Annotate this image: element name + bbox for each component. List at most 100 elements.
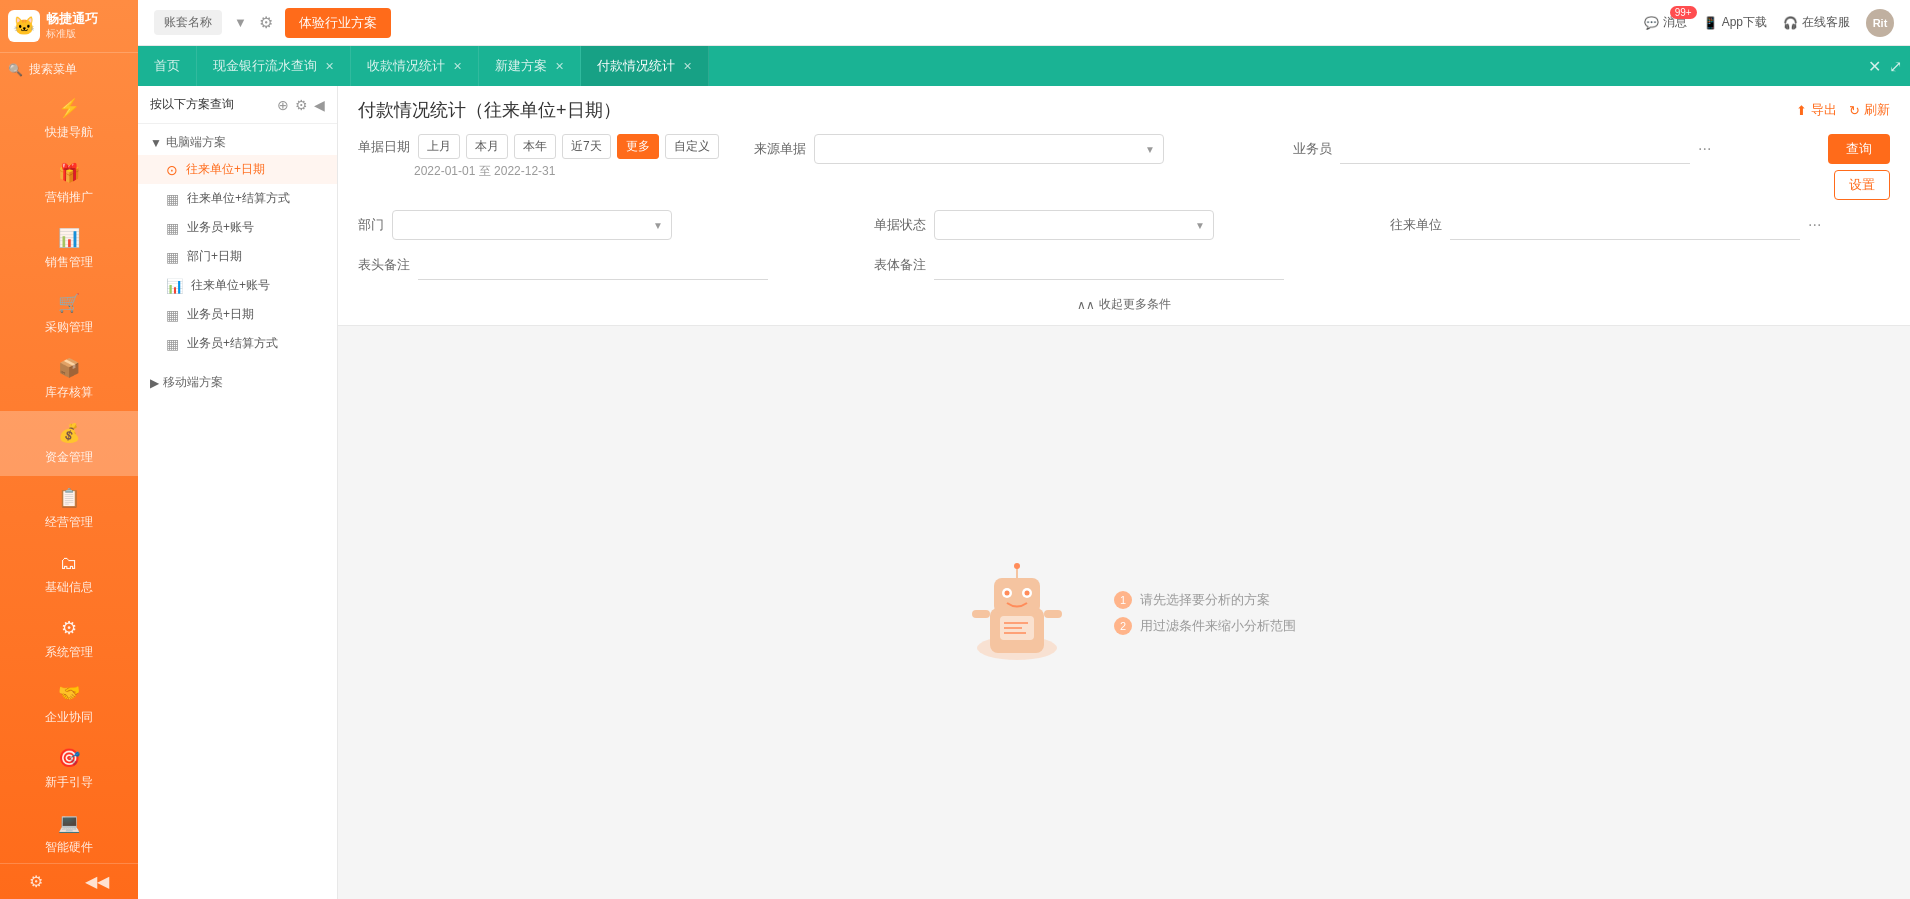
scheme-item-unit-settle[interactable]: ▦ 往来单位+结算方式 [138, 184, 337, 213]
source-select[interactable]: ▼ [814, 134, 1164, 164]
tab-payment-stats-close[interactable]: ✕ [453, 60, 462, 73]
sidebar-item-quick-nav[interactable]: ⚡ 快捷导航 [0, 86, 138, 151]
account-name[interactable]: 账套名称 [154, 10, 222, 35]
collapse-label: 收起更多条件 [1099, 296, 1171, 313]
settings-bottom-icon[interactable]: ⚙ [29, 872, 43, 891]
tab-bank-flow[interactable]: 现金银行流水查询 ✕ [197, 46, 351, 86]
salesperson-input[interactable] [1340, 134, 1690, 164]
empty-state: 1 请先选择要分析的方案 2 用过滤条件来缩小分析范围 [338, 326, 1910, 899]
scheme-item-label: 业务员+日期 [187, 306, 254, 323]
dept-dropdown-arrow: ▼ [653, 220, 663, 231]
sidebar-item-guide[interactable]: 🎯 新手引导 [0, 736, 138, 801]
main-area: 账套名称 ▼ ⚙ 体验行业方案 💬 消息 99+ 📱 App下载 🎧 在线客服 … [138, 0, 1910, 899]
online-service-item[interactable]: 🎧 在线客服 [1783, 14, 1850, 31]
inventory-icon: 📦 [57, 356, 81, 380]
sidebar-item-label: 智能硬件 [45, 839, 93, 856]
tab-payment-stats2-close[interactable]: ✕ [683, 60, 692, 73]
scheme-item-dept-date[interactable]: ▦ 部门+日期 [138, 242, 337, 271]
scheme-item-staff-settle[interactable]: ▦ 业务员+结算方式 [138, 329, 337, 358]
date-btn-more[interactable]: 更多 [617, 134, 659, 159]
marketing-icon: 🎁 [57, 161, 81, 185]
sidebar-item-purchase[interactable]: 🛒 采购管理 [0, 281, 138, 346]
date-btn-last7[interactable]: 近7天 [562, 134, 611, 159]
mobile-group-title[interactable]: ▶ 移动端方案 [138, 370, 337, 395]
content-area: 付款情况统计（往来单位+日期） ⬆ 导出 ↻ 刷新 [338, 86, 1910, 899]
scheme-item-staff-date[interactable]: ▦ 业务员+日期 [138, 300, 337, 329]
tab-payment-stats2[interactable]: 付款情况统计 ✕ [581, 46, 709, 86]
date-btn-last-month[interactable]: 上月 [418, 134, 460, 159]
tab-bank-flow-close[interactable]: ✕ [325, 60, 334, 73]
desktop-group-title[interactable]: ▼ 电脑端方案 [138, 130, 337, 155]
query-btn[interactable]: 查询 [1828, 134, 1890, 164]
system-icon: ⚙ [57, 616, 81, 640]
scheme-item-icon: ▦ [166, 249, 179, 265]
scheme-item-icon: ▦ [166, 336, 179, 352]
refresh-label: 刷新 [1864, 101, 1890, 119]
desktop-group-label: 电脑端方案 [166, 134, 226, 151]
date-btn-custom[interactable]: 自定义 [665, 134, 719, 159]
fullscreen-icon[interactable]: ⤢ [1889, 57, 1902, 76]
scheme-add-btn[interactable]: ⊕ [277, 97, 289, 113]
sidebar-item-sales[interactable]: 📊 销售管理 [0, 216, 138, 281]
sidebar-item-basic[interactable]: 🗂 基础信息 [0, 541, 138, 606]
scheme-settings-btn[interactable]: ⚙ [295, 97, 308, 113]
sidebar-item-marketing[interactable]: 🎁 营销推广 [0, 151, 138, 216]
export-btn[interactable]: ⬆ 导出 [1796, 101, 1837, 119]
salesperson-dots[interactable]: ··· [1698, 140, 1711, 158]
scheme-item-staff-account[interactable]: ▦ 业务员+账号 [138, 213, 337, 242]
source-label: 来源单据 [754, 140, 806, 158]
bill-status-label: 单据状态 [874, 216, 926, 234]
sidebar-item-finance[interactable]: 💰 资金管理 [0, 411, 138, 476]
sidebar-item-system[interactable]: ⚙ 系统管理 [0, 606, 138, 671]
account-dropdown-icon[interactable]: ▼ [234, 15, 247, 30]
empty-step1: 1 请先选择要分析的方案 [1114, 591, 1296, 609]
online-service-label: 在线客服 [1802, 14, 1850, 31]
tab-new-scheme-close[interactable]: ✕ [555, 60, 564, 73]
body-note-label: 表体备注 [874, 256, 926, 274]
head-note-label: 表头备注 [358, 256, 410, 274]
refresh-btn[interactable]: ↻ 刷新 [1849, 101, 1890, 119]
sidebar-item-label: 基础信息 [45, 579, 93, 596]
trial-btn[interactable]: 体验行业方案 [285, 8, 391, 38]
dept-select[interactable]: ▼ [392, 210, 672, 240]
sidebar-item-label: 快捷导航 [45, 124, 93, 141]
counterpart-input[interactable] [1450, 210, 1800, 240]
sidebar-item-business[interactable]: 📋 经营管理 [0, 476, 138, 541]
counterpart-dots[interactable]: ··· [1808, 216, 1821, 234]
tab-new-scheme-label: 新建方案 [495, 57, 547, 75]
mobile-scheme-group: ▶ 移动端方案 [138, 364, 337, 401]
scheme-item-icon: 📊 [166, 278, 183, 294]
date-btn-this-month[interactable]: 本月 [466, 134, 508, 159]
close-all-tabs-icon[interactable]: ✕ [1868, 57, 1881, 76]
sidebar-search[interactable]: 🔍 搜索菜单 [0, 53, 138, 86]
bill-status-select[interactable]: ▼ [934, 210, 1214, 240]
tab-new-scheme[interactable]: 新建方案 ✕ [479, 46, 581, 86]
app-download-item[interactable]: 📱 App下载 [1703, 14, 1767, 31]
desktop-scheme-group: ▼ 电脑端方案 ⊙ 往来单位+日期 ▦ 往来单位+结算方式 ▦ 业务员+账号 ▦ [138, 124, 337, 364]
topbar-settings-icon[interactable]: ⚙ [259, 13, 273, 32]
page-title: 付款情况统计（往来单位+日期） [358, 98, 621, 122]
sidebar-item-hardware[interactable]: 💻 智能硬件 [0, 801, 138, 863]
scheme-item-unit-date[interactable]: ⊙ 往来单位+日期 [138, 155, 337, 184]
head-note-input[interactable] [418, 250, 768, 280]
sidebar-bottom: ⚙ ◀◀ [0, 863, 138, 899]
svg-point-6 [1025, 590, 1030, 595]
scheme-item-label: 往来单位+账号 [191, 277, 270, 294]
scheme-item-unit-account[interactable]: 📊 往来单位+账号 [138, 271, 337, 300]
user-avatar[interactable]: Rit [1866, 9, 1894, 37]
tab-home[interactable]: 首页 [138, 46, 197, 86]
export-icon: ⬆ [1796, 103, 1807, 118]
sidebar-item-collab[interactable]: 🤝 企业协同 [0, 671, 138, 736]
filter-settings-btn[interactable]: 设置 [1834, 170, 1890, 200]
collapse-filters-btn[interactable]: ∧∧ 收起更多条件 [1077, 296, 1171, 313]
messages-item[interactable]: 💬 消息 99+ [1644, 14, 1687, 31]
collapse-sidebar-icon[interactable]: ◀◀ [85, 872, 109, 891]
sidebar-item-inventory[interactable]: 📦 库存核算 [0, 346, 138, 411]
date-btn-this-year[interactable]: 本年 [514, 134, 556, 159]
hardware-icon: 💻 [57, 811, 81, 835]
purchase-icon: 🛒 [57, 291, 81, 315]
scheme-collapse-btn[interactable]: ◀ [314, 97, 325, 113]
scheme-item-icon: ▦ [166, 220, 179, 236]
tab-payment-stats[interactable]: 收款情况统计 ✕ [351, 46, 479, 86]
body-note-input[interactable] [934, 250, 1284, 280]
